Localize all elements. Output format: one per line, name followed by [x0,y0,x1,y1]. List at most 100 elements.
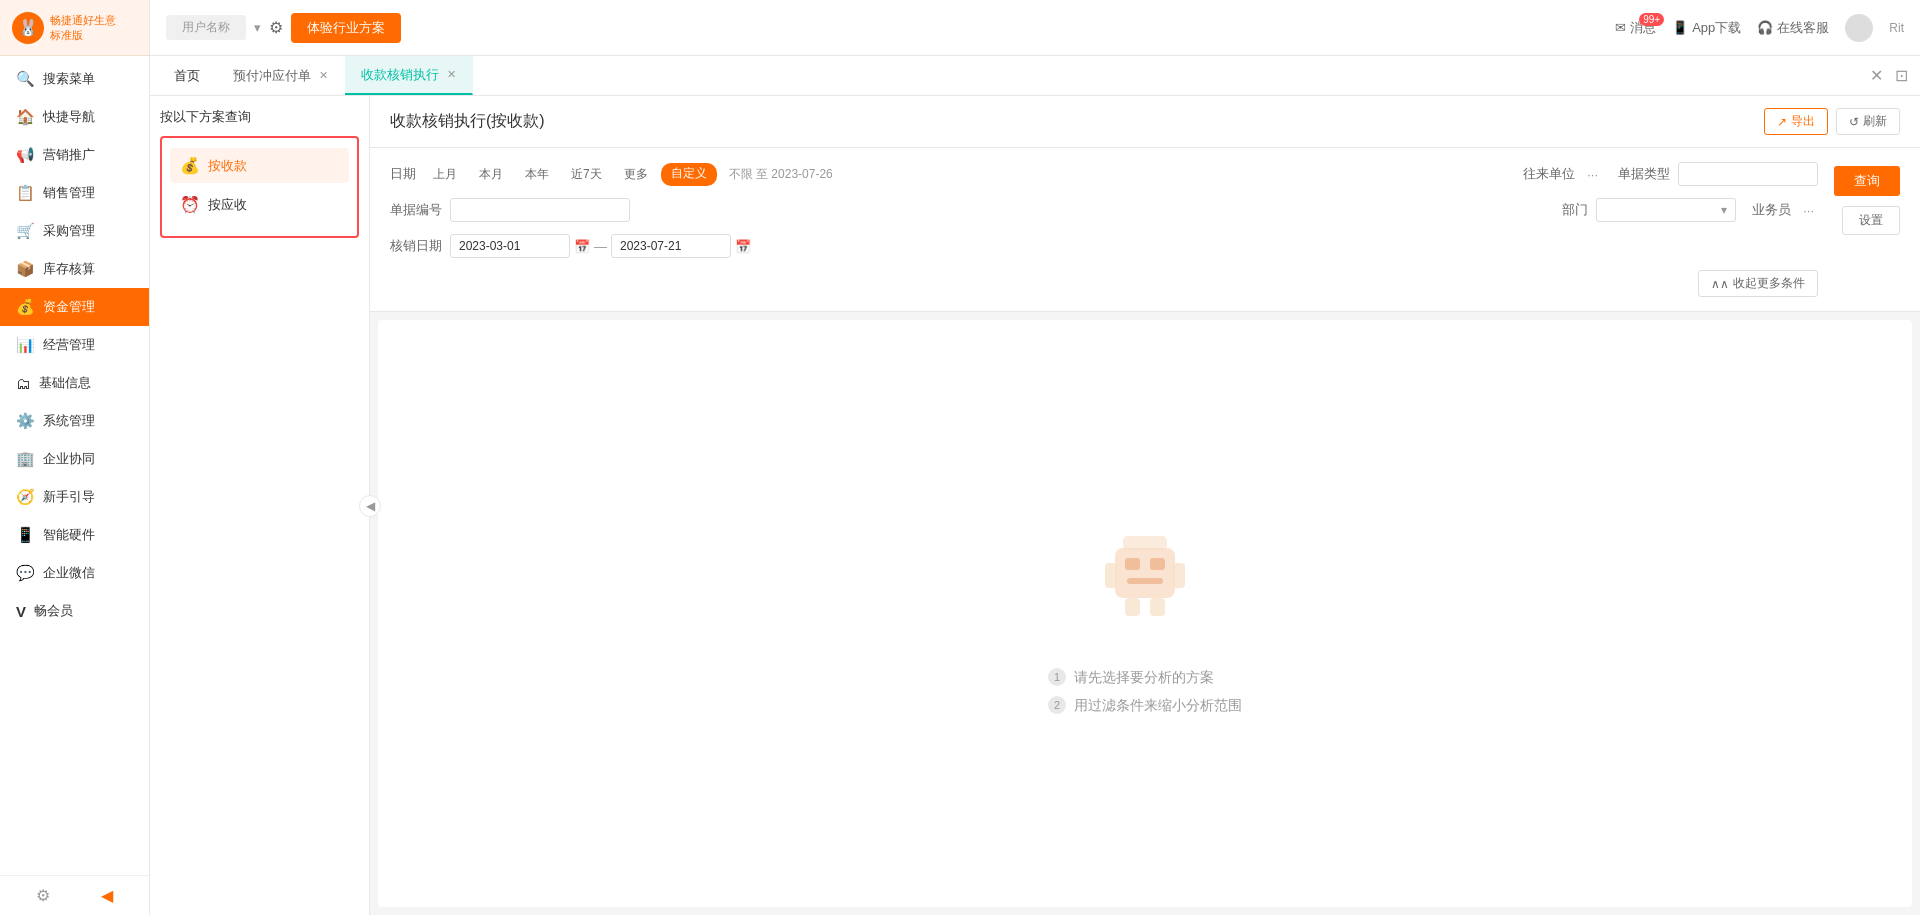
svg-rect-7 [1150,598,1165,616]
tab-home-label: 首页 [174,67,200,85]
tab-close-all-icon[interactable]: ✕ [1866,66,1887,85]
sidebar-item-sys-mgmt[interactable]: ⚙️ 系统管理 [0,402,149,440]
collapse-more-label: 收起更多条件 [1733,275,1805,292]
refresh-button[interactable]: ↺ 刷新 [1836,108,1900,135]
industry-btn[interactable]: 体验行业方案 [291,13,401,43]
writeoff-date-start-input[interactable] [450,234,570,258]
sidebar-item-member[interactable]: V 畅会员 [0,592,149,630]
settings-bottom-icon[interactable]: ⚙ [36,886,50,905]
sidebar-item-purchase[interactable]: 🛒 采购管理 [0,212,149,250]
sidebar-item-search-menu[interactable]: 🔍 搜索菜单 [0,60,149,98]
panel-collapse-btn[interactable]: ◀ [359,495,381,517]
date-btn-custom[interactable]: 自定义 [661,163,717,186]
page-actions: ↗ 导出 ↺ 刷新 [1764,108,1900,135]
sidebar-item-quick-nav[interactable]: 🏠 快捷导航 [0,98,149,136]
topbar-avatar [1845,14,1873,42]
date-label: 日期 [390,165,416,183]
filter-box: 💰 按收款 ⏰ 按应收 [160,136,359,238]
tab-home[interactable]: 首页 [158,56,217,95]
sidebar-item-basic-info[interactable]: 🗂 基础信息 [0,364,149,402]
sidebar-item-label: 智能硬件 [43,526,95,544]
tab-prepay-close[interactable]: ✕ [319,69,328,82]
topbar-app[interactable]: 📱 App下载 [1672,19,1741,37]
operation-icon: 📊 [16,336,35,354]
purchase-icon: 🛒 [16,222,35,240]
docnum-input[interactable] [450,198,630,222]
filter-group-docnum: 单据编号 [390,198,630,222]
topbar-dropdown-icon[interactable]: ▾ [254,20,261,35]
sidebar-item-guide[interactable]: 🧭 新手引导 [0,478,149,516]
counterparty-dots[interactable]: ··· [1583,167,1602,182]
date-btn-this-year[interactable]: 本年 [516,163,558,186]
collapse-more-btn[interactable]: ∧∧ 收起更多条件 [1698,270,1818,297]
filter-group-dept: 部门 ▾ [1562,198,1736,222]
topbar: 用户名称 ▾ ⚙ 体验行业方案 ✉ 消息 99+ 📱 App下载 🎧 在线客服 … [150,0,1920,56]
export-icon: ↗ [1777,115,1787,129]
sys-mgmt-icon: ⚙️ [16,412,35,430]
tabs-end: ✕ ⊡ [1866,66,1912,85]
tab-collection[interactable]: 收款核销执行 ✕ [345,56,473,95]
finance-icon: 💰 [16,298,35,316]
topbar-gear-icon[interactable]: ⚙ [269,18,283,37]
date-btn-7days[interactable]: 近7天 [562,163,611,186]
sidebar-item-hardware[interactable]: 📱 智能硬件 [0,516,149,554]
empty-tip-1: 1 请先选择要分析的方案 [1048,663,1242,691]
filter-by-receivable[interactable]: ⏰ 按应收 [170,187,349,222]
writeoff-date-end-icon[interactable]: 📅 [735,239,751,254]
sidebar-item-inventory[interactable]: 📦 库存核算 [0,250,149,288]
writeoff-date-end-input[interactable] [611,234,731,258]
filter-group-writeoff-date: 核销日期 📅 — 📅 [390,234,751,258]
sidebar-menu: 🔍 搜索菜单 🏠 快捷导航 📢 营销推广 📋 销售管理 🛒 采购管理 📦 库存核… [0,56,149,875]
settings-button[interactable]: 设置 [1842,206,1900,235]
filter-by-collection[interactable]: 💰 按收款 [170,148,349,183]
sidebar-item-marketing[interactable]: 📢 营销推广 [0,136,149,174]
dept-select[interactable]: ▾ [1596,198,1736,222]
sidebar: 🐰 畅捷通好生意 标准版 🔍 搜索菜单 🏠 快捷导航 📢 营销推广 📋 销售管理… [0,0,150,915]
sidebar-item-sales[interactable]: 📋 销售管理 [0,174,149,212]
tab-collection-close[interactable]: ✕ [447,68,456,81]
marketing-icon: 📢 [16,146,35,164]
doctype-label: 单据类型 [1618,165,1670,183]
filter-collection-label: 按收款 [208,157,247,175]
app-label: App下载 [1692,19,1741,37]
counterparty-label: 往来单位 [1523,165,1575,183]
staff-dots[interactable]: ··· [1799,203,1818,218]
sidebar-item-finance[interactable]: 💰 资金管理 [0,288,149,326]
filter-area: 日期 上月 本月 本年 近7天 更多 自定义 不限 至 2023-07-26 [370,148,1920,312]
filter-row-2: 单据编号 部门 ▾ 业务员 ··· [390,198,1818,222]
svg-rect-6 [1125,598,1140,616]
collection-icon: 💰 [180,156,200,175]
tab-expand-icon[interactable]: ⊡ [1891,66,1912,85]
export-label: 导出 [1791,113,1815,130]
date-btn-more[interactable]: 更多 [615,163,657,186]
topbar-username: Rit [1889,21,1904,35]
filter-group-doctype: 单据类型 [1618,162,1818,186]
writeoff-date-start-icon[interactable]: 📅 [574,239,590,254]
sidebar-item-label: 新手引导 [43,488,95,506]
date-btn-last-month[interactable]: 上月 [424,163,466,186]
date-btn-this-month[interactable]: 本月 [470,163,512,186]
sidebar-item-label: 库存核算 [43,260,95,278]
sidebar-item-wechat[interactable]: 💬 企业微信 [0,554,149,592]
sidebar-item-label: 企业微信 [43,564,95,582]
logo-icon: 🐰 [12,12,44,44]
tab-prepay[interactable]: 预付冲应付单 ✕ [217,56,345,95]
collapse-sidebar-icon[interactable]: ◀ [101,886,113,905]
writeoff-date-label: 核销日期 [390,237,442,255]
sidebar-item-operation[interactable]: 📊 经营管理 [0,326,149,364]
page-header: 收款核销执行(按收款) ↗ 导出 ↺ 刷新 [370,96,1920,148]
topbar-msg[interactable]: ✉ 消息 99+ [1615,19,1656,37]
export-button[interactable]: ↗ 导出 [1764,108,1828,135]
doctype-select[interactable] [1678,162,1818,186]
msg-badge: 99+ [1639,13,1664,26]
topbar-service[interactable]: 🎧 在线客服 [1757,19,1829,37]
empty-illustration [1085,508,1205,647]
dept-label: 部门 [1562,201,1588,219]
query-button[interactable]: 查询 [1834,166,1900,196]
sidebar-item-enterprise[interactable]: 🏢 企业协同 [0,440,149,478]
svg-rect-4 [1105,563,1117,588]
home-icon: 🏠 [16,108,35,126]
sidebar-item-label: 采购管理 [43,222,95,240]
logo-text: 畅捷通好生意 标准版 [50,13,116,42]
tip-text-1: 请先选择要分析的方案 [1074,663,1214,691]
